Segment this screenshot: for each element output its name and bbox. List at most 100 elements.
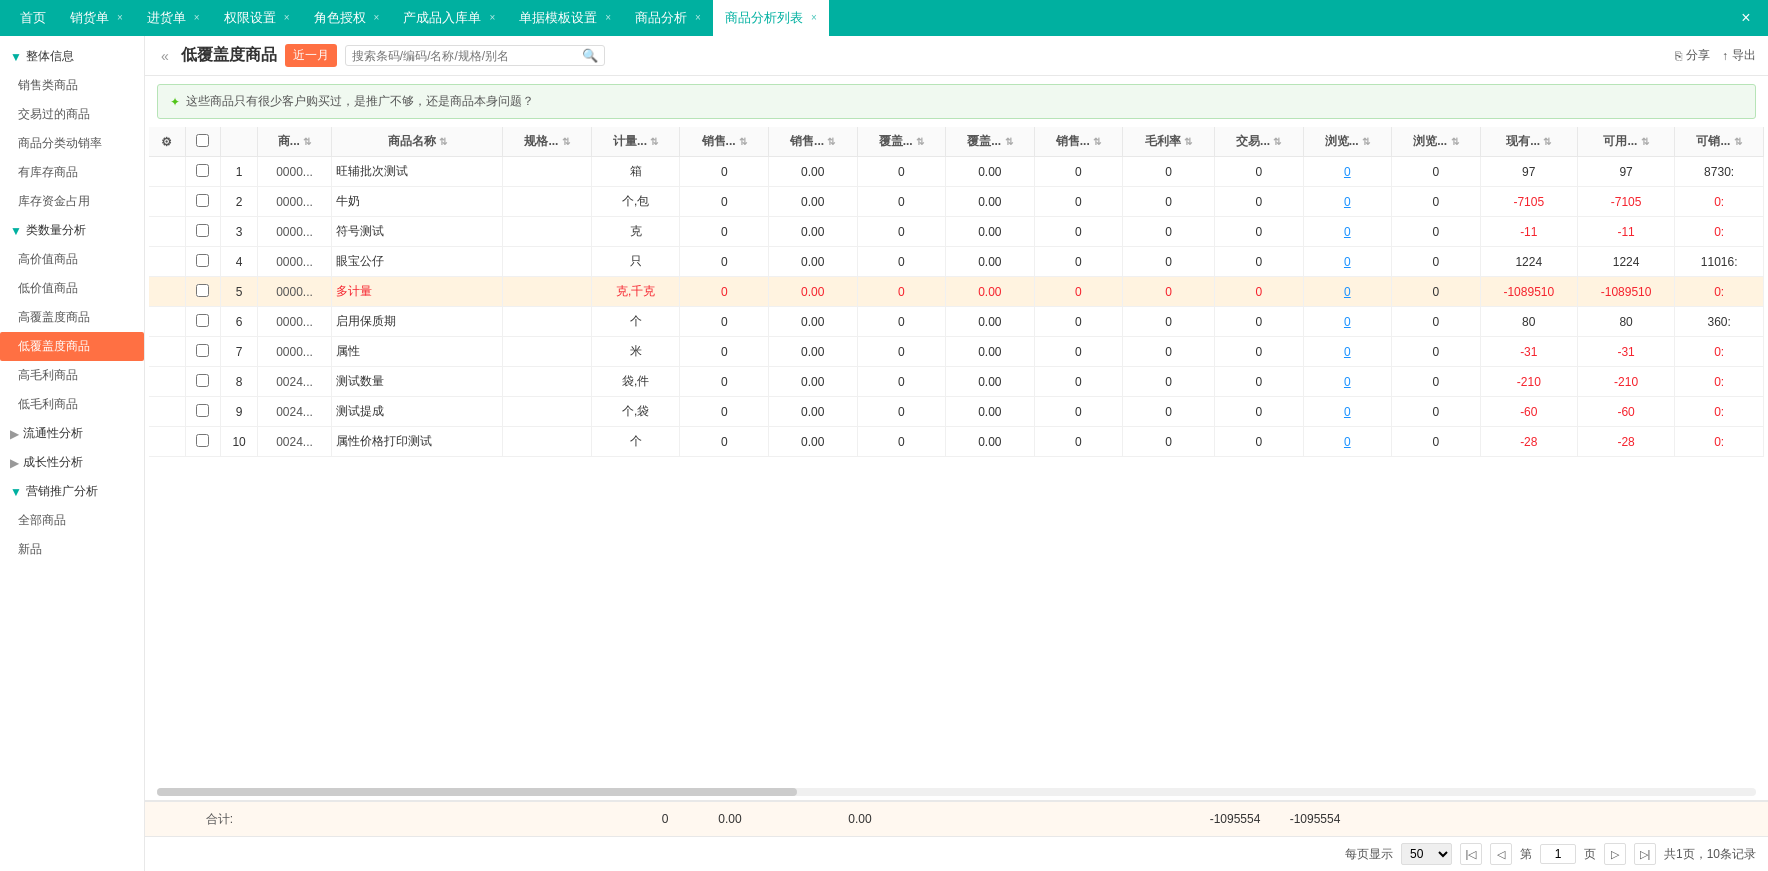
row-checkbox[interactable] <box>196 434 209 447</box>
row-browse1-cell[interactable]: 0 <box>1303 307 1392 337</box>
browse2-column-header[interactable]: 浏览... ⇅ <box>1392 127 1481 157</box>
settings-column-header[interactable]: ⚙ <box>149 127 185 157</box>
close-icon[interactable]: × <box>374 0 380 36</box>
sidebar-item-low-profit[interactable]: 低毛利商品 <box>0 390 144 419</box>
row-browse1-cell[interactable]: 0 <box>1303 427 1392 457</box>
nav-tab-purchase[interactable]: 进货单 × <box>135 0 212 36</box>
row-checkbox[interactable] <box>196 194 209 207</box>
search-input[interactable] <box>352 49 582 63</box>
row-checkbox[interactable] <box>196 224 209 237</box>
sidebar-item-high-profit[interactable]: 高毛利商品 <box>0 361 144 390</box>
page-size-select[interactable]: 50 100 200 <box>1401 843 1452 865</box>
row-name-cell[interactable]: 属性 <box>332 337 503 367</box>
sidebar-group-marketing[interactable]: ▼ 营销推广分析 <box>0 477 144 506</box>
sidebar-item-new-products[interactable]: 新品 <box>0 535 144 564</box>
row-browse1-cell[interactable]: 0 <box>1303 277 1392 307</box>
row-browse1-cell[interactable]: 0 <box>1303 337 1392 367</box>
sellable-column-header[interactable]: 可销... ⇅ <box>1675 127 1764 157</box>
row-name-cell[interactable]: 牛奶 <box>332 187 503 217</box>
row-browse1-cell[interactable]: 0 <box>1303 217 1392 247</box>
first-page-button[interactable]: |◁ <box>1460 843 1482 865</box>
current-column-header[interactable]: 现有... ⇅ <box>1480 127 1577 157</box>
row-checkbox-cell[interactable] <box>185 307 221 337</box>
time-filter-button[interactable]: 近一月 <box>285 44 337 67</box>
row-checkbox-cell[interactable] <box>185 337 221 367</box>
sales-amt-column-header[interactable]: 销售... ⇅ <box>769 127 858 157</box>
page-number-input[interactable] <box>1540 844 1576 864</box>
last-page-button[interactable]: ▷| <box>1634 843 1656 865</box>
unit-column-header[interactable]: 计量... ⇅ <box>591 127 680 157</box>
select-all-checkbox[interactable] <box>196 134 209 147</box>
nav-tab-template[interactable]: 单据模板设置 × <box>507 0 623 36</box>
row-checkbox[interactable] <box>196 254 209 267</box>
close-icon[interactable]: × <box>811 0 817 36</box>
scrollbar-thumb[interactable] <box>157 788 797 796</box>
gross-margin-column-header[interactable]: 毛利率 ⇅ <box>1123 127 1215 157</box>
spec-column-header[interactable]: 规格... ⇅ <box>503 127 592 157</box>
sidebar-group-circulation[interactable]: ▶ 流通性分析 <box>0 419 144 448</box>
cov2-column-header[interactable]: 覆盖... ⇅ <box>946 127 1035 157</box>
row-checkbox-cell[interactable] <box>185 157 221 187</box>
checkbox-column-header[interactable] <box>185 127 221 157</box>
close-icon[interactable]: × <box>605 0 611 36</box>
window-close-button[interactable]: × <box>1732 4 1760 32</box>
sidebar-item-in-stock[interactable]: 有库存商品 <box>0 158 144 187</box>
prev-page-button[interactable]: ◁ <box>1490 843 1512 865</box>
row-name-cell[interactable]: 符号测试 <box>332 217 503 247</box>
row-browse1-cell[interactable]: 0 <box>1303 397 1392 427</box>
close-icon[interactable]: × <box>117 0 123 36</box>
sidebar-item-all-products[interactable]: 全部商品 <box>0 506 144 535</box>
row-checkbox[interactable] <box>196 284 209 297</box>
sidebar-item-stock-capital[interactable]: 库存资金占用 <box>0 187 144 216</box>
sidebar-item-high-coverage[interactable]: 高覆盖度商品 <box>0 303 144 332</box>
row-checkbox[interactable] <box>196 374 209 387</box>
row-checkbox-cell[interactable] <box>185 367 221 397</box>
nav-tab-permissions[interactable]: 权限设置 × <box>212 0 302 36</box>
nav-tab-roles[interactable]: 角色授权 × <box>302 0 392 36</box>
row-checkbox-cell[interactable] <box>185 397 221 427</box>
trade-column-header[interactable]: 交易... ⇅ <box>1215 127 1304 157</box>
row-name-cell[interactable]: 测试提成 <box>332 397 503 427</box>
sidebar-item-sales-products[interactable]: 销售类商品 <box>0 71 144 100</box>
row-name-cell[interactable]: 眼宝公仔 <box>332 247 503 277</box>
nav-tab-sales[interactable]: 销货单 × <box>58 0 135 36</box>
cov1-column-header[interactable]: 覆盖... ⇅ <box>857 127 946 157</box>
row-browse1-cell[interactable]: 0 <box>1303 187 1392 217</box>
row-checkbox-cell[interactable] <box>185 187 221 217</box>
nav-tab-product-analysis[interactable]: 商品分析 × <box>623 0 713 36</box>
sidebar-item-traded-products[interactable]: 交易过的商品 <box>0 100 144 129</box>
row-checkbox[interactable] <box>196 344 209 357</box>
sidebar-group-quantity-analysis[interactable]: ▼ 类数量分析 <box>0 216 144 245</box>
sidebar-item-high-value[interactable]: 高价值商品 <box>0 245 144 274</box>
export-button[interactable]: ↑ 导出 <box>1722 47 1756 64</box>
row-checkbox-cell[interactable] <box>185 217 221 247</box>
row-checkbox-cell[interactable] <box>185 277 221 307</box>
code-column-header[interactable]: 商... ⇅ <box>257 127 331 157</box>
sidebar-item-low-value[interactable]: 低价值商品 <box>0 274 144 303</box>
browse1-column-header[interactable]: 浏览... ⇅ <box>1303 127 1392 157</box>
sidebar-collapse-button[interactable]: « <box>157 46 173 66</box>
sidebar-item-category-rate[interactable]: 商品分类动销率 <box>0 129 144 158</box>
available-column-header[interactable]: 可用... ⇅ <box>1577 127 1674 157</box>
sidebar-group-growth[interactable]: ▶ 成长性分析 <box>0 448 144 477</box>
row-checkbox[interactable] <box>196 164 209 177</box>
row-browse1-cell[interactable]: 0 <box>1303 247 1392 277</box>
nav-tab-home[interactable]: 首页 <box>8 0 58 36</box>
row-browse1-cell[interactable]: 0 <box>1303 367 1392 397</box>
close-icon[interactable]: × <box>489 0 495 36</box>
horizontal-scrollbar[interactable] <box>157 788 1756 796</box>
row-checkbox[interactable] <box>196 314 209 327</box>
close-icon[interactable]: × <box>194 0 200 36</box>
row-name-cell[interactable]: 启用保质期 <box>332 307 503 337</box>
nav-tab-production[interactable]: 产成品入库单 × <box>391 0 507 36</box>
nav-tab-product-analysis-list[interactable]: 商品分析列表 × <box>713 0 829 36</box>
share-button[interactable]: ⎘ 分享 <box>1675 47 1710 64</box>
row-browse1-cell[interactable]: 0 <box>1303 157 1392 187</box>
row-name-cell[interactable]: 旺辅批次测试 <box>332 157 503 187</box>
sidebar-item-low-coverage[interactable]: 低覆盖度商品 <box>0 332 144 361</box>
row-checkbox[interactable] <box>196 404 209 417</box>
row-checkbox-cell[interactable] <box>185 427 221 457</box>
row-checkbox-cell[interactable] <box>185 247 221 277</box>
row-name-cell[interactable]: 属性价格打印测试 <box>332 427 503 457</box>
row-name-cell[interactable]: 测试数量 <box>332 367 503 397</box>
